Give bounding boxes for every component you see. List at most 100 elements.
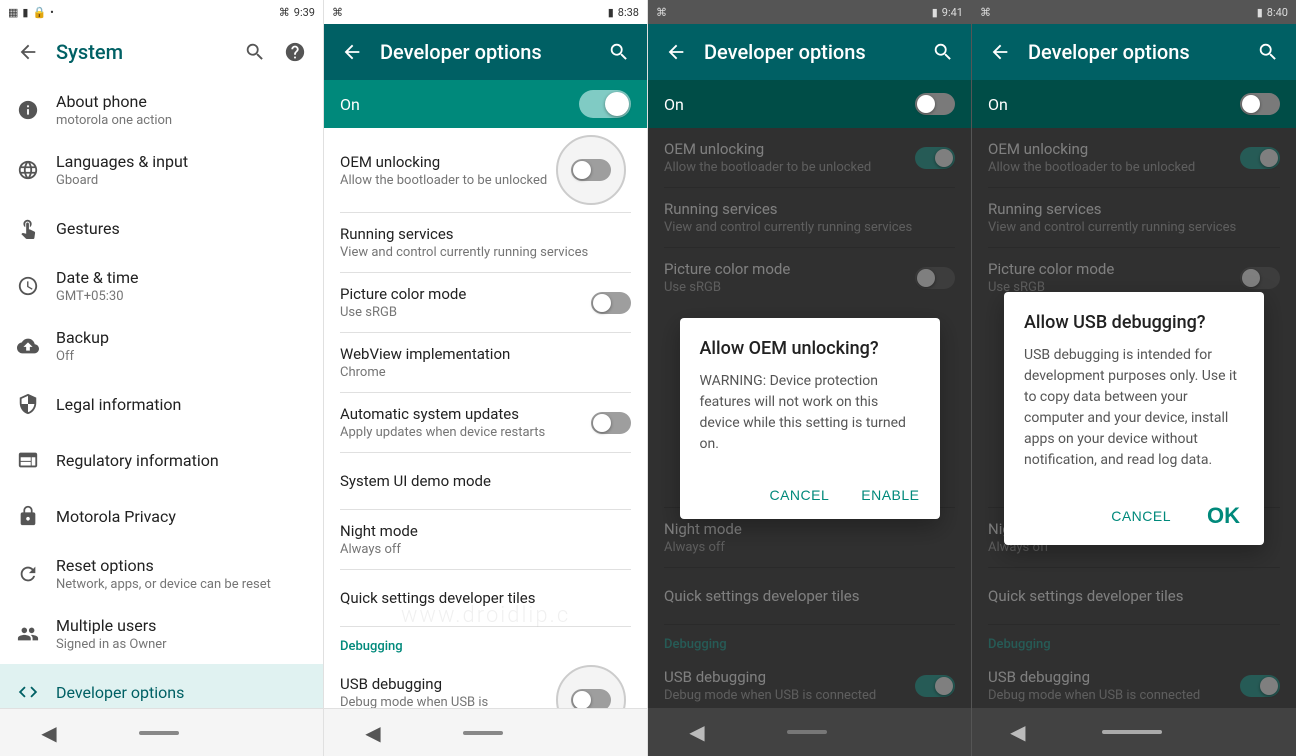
usb-toggle[interactable] (571, 689, 611, 708)
oem-title: OEM unlocking (340, 153, 547, 171)
settings-system-ui-demo[interactable]: System UI demo mode (324, 453, 647, 509)
users-icon (16, 622, 40, 646)
dev-scroll-r1: OEM unlocking Allow the bootloader to be… (648, 128, 971, 708)
usb-cancel-button[interactable]: Cancel (1099, 500, 1183, 532)
sidebar-item-privacy[interactable]: Motorola Privacy (0, 488, 323, 544)
nav-home-r1[interactable] (787, 730, 827, 734)
oem-toggle-mid[interactable] (571, 159, 611, 181)
oem-dialog-title: Allow OEM unlocking? (680, 318, 940, 371)
auto-toggle[interactable] (591, 412, 631, 434)
nav-back-icon[interactable]: ◀ (41, 721, 56, 745)
panel-developer-options: ⌘ ▮ 8:38 Developer options On OEM unlock… (324, 0, 648, 756)
settings-auto-updates[interactable]: Automatic system updates Apply updates w… (324, 393, 647, 452)
lang-sub: Gboard (56, 173, 188, 188)
oem-dialog: Allow OEM unlocking? WARNING: Device pro… (680, 318, 940, 519)
toggle-knob-r2 (1242, 95, 1260, 113)
status-bar-r1: ⌘ ▮ 9:41 (648, 0, 971, 24)
settings-qs-dev-tiles[interactable]: Quick settings developer tiles (324, 570, 647, 626)
developer-toggle-r1[interactable] (915, 93, 955, 115)
nav-back-r1[interactable]: ◀ (689, 720, 704, 744)
developer-toggle-mid[interactable] (579, 90, 631, 118)
panel-oem-dialog: ⌘ ▮ 9:41 Developer options On OEM unlock… (648, 0, 972, 756)
time-left: 9:39 (294, 6, 315, 19)
on-banner-r1: On (648, 80, 971, 128)
auto-text: Automatic system updates Apply updates w… (340, 405, 545, 440)
regulatory-label: Regulatory information (56, 451, 219, 470)
sidebar-item-developer[interactable]: Developer options (0, 664, 323, 708)
settings-running-services[interactable]: Running services View and control curren… (324, 213, 647, 272)
oem-enable-button[interactable]: Enable (849, 479, 931, 511)
back-button-r2[interactable] (988, 40, 1012, 64)
usb-knob (573, 691, 591, 708)
nav-home-mid[interactable] (463, 731, 503, 735)
search-button-r1[interactable] (931, 40, 955, 64)
settings-oem-unlocking[interactable]: OEM unlocking Allow the bootloader to be… (324, 128, 647, 212)
wifi-icon-r2: ⌘ (980, 6, 991, 19)
back-button-r1[interactable] (664, 40, 688, 64)
search-button-r2[interactable] (1256, 40, 1280, 64)
search-button-system[interactable] (243, 40, 267, 64)
auto-knob (593, 414, 611, 432)
color-sub: Use sRGB (340, 305, 466, 320)
demo-title: System UI demo mode (340, 472, 631, 490)
sidebar-scroll: About phone motorola one action Language… (0, 80, 323, 708)
search-button-dev-mid[interactable] (607, 40, 631, 64)
on-banner-mid: On (324, 80, 647, 128)
settings-picture-color[interactable]: Picture color mode Use sRGB (324, 273, 647, 332)
on-text-r1: On (664, 95, 684, 114)
webview-title: WebView implementation (340, 345, 631, 363)
settings-usb-debug[interactable]: USB debugging Debug mode when USB is con… (324, 658, 647, 708)
night-sub: Always off (340, 542, 631, 557)
privacy-icon (16, 504, 40, 528)
usb-sub: Debug mode when USB is connected (340, 695, 551, 708)
qs-title: Quick settings developer tiles (340, 589, 631, 607)
back-button-dev-mid[interactable] (340, 40, 364, 64)
sidebar-item-backup[interactable]: Backup Off (0, 316, 323, 376)
usb-dialog-overlay: Allow USB debugging? USB debugging is in… (972, 128, 1296, 708)
nav-back-mid[interactable]: ◀ (365, 721, 380, 745)
sidebar-item-reset[interactable]: Reset options Network, apps, or device c… (0, 544, 323, 604)
night-title: Night mode (340, 522, 631, 540)
oem-text: OEM unlocking Allow the bootloader to be… (340, 153, 547, 188)
developer-toggle-r2[interactable] (1240, 93, 1280, 115)
reset-sub: Network, apps, or device can be reset (56, 577, 271, 592)
sidebar-item-languages[interactable]: Languages & input Gboard (0, 140, 323, 200)
panel-usb-dialog: ⌘ ▮ 8:40 Developer options On OEM unlock… (972, 0, 1296, 756)
status-right-r1: ▮ 9:41 (932, 6, 963, 19)
developer-label: Developer options (56, 683, 184, 702)
sidebar-item-legal[interactable]: Legal information (0, 376, 323, 432)
backup-icon (16, 334, 40, 358)
oem-dialog-actions: Cancel Enable (680, 471, 940, 519)
usb-ok-button[interactable]: OK (1191, 495, 1256, 537)
sidebar-item-datetime[interactable]: Date & time GMT+05:30 (0, 256, 323, 316)
users-sub: Signed in as Owner (56, 637, 167, 652)
status-bar-mid: ⌘ ▮ 8:38 (324, 0, 647, 24)
debugging-label-mid: Debugging (324, 627, 647, 658)
oem-cancel-button[interactable]: Cancel (757, 479, 841, 511)
oem-toggle-container (551, 140, 631, 200)
nav-back-r2[interactable]: ◀ (1010, 720, 1025, 744)
sidebar-item-about-phone[interactable]: About phone motorola one action (0, 80, 323, 140)
settings-night-mode[interactable]: Night mode Always off (324, 510, 647, 569)
gestures-label: Gestures (56, 219, 120, 238)
developer-icon (16, 680, 40, 704)
status-icons-r1: ⌘ (656, 6, 667, 19)
usb-toggle-container (551, 670, 631, 708)
back-button-system[interactable] (16, 40, 40, 64)
color-row: Picture color mode Use sRGB (340, 285, 631, 320)
dev-scroll-r2: OEM unlocking Allow the bootloader to be… (972, 128, 1296, 708)
color-toggle[interactable] (591, 292, 631, 314)
nav-home-r2[interactable] (1102, 730, 1162, 734)
help-button-system[interactable] (283, 40, 307, 64)
on-banner-r2: On (972, 80, 1296, 128)
oem-row: OEM unlocking Allow the bootloader to be… (340, 140, 631, 200)
nav-bar-left: ◀ (0, 708, 323, 756)
sidebar-item-regulatory[interactable]: Regulatory information (0, 432, 323, 488)
sidebar-item-gestures[interactable]: Gestures (0, 200, 323, 256)
nav-home-indicator[interactable] (139, 731, 179, 735)
legal-icon (16, 392, 40, 416)
sidebar-item-users[interactable]: Multiple users Signed in as Owner (0, 604, 323, 664)
time-mid: 8:38 (618, 6, 639, 19)
status-icons-left: ▦ ▮ 🔒 • (8, 6, 54, 19)
settings-webview[interactable]: WebView implementation Chrome (324, 333, 647, 392)
